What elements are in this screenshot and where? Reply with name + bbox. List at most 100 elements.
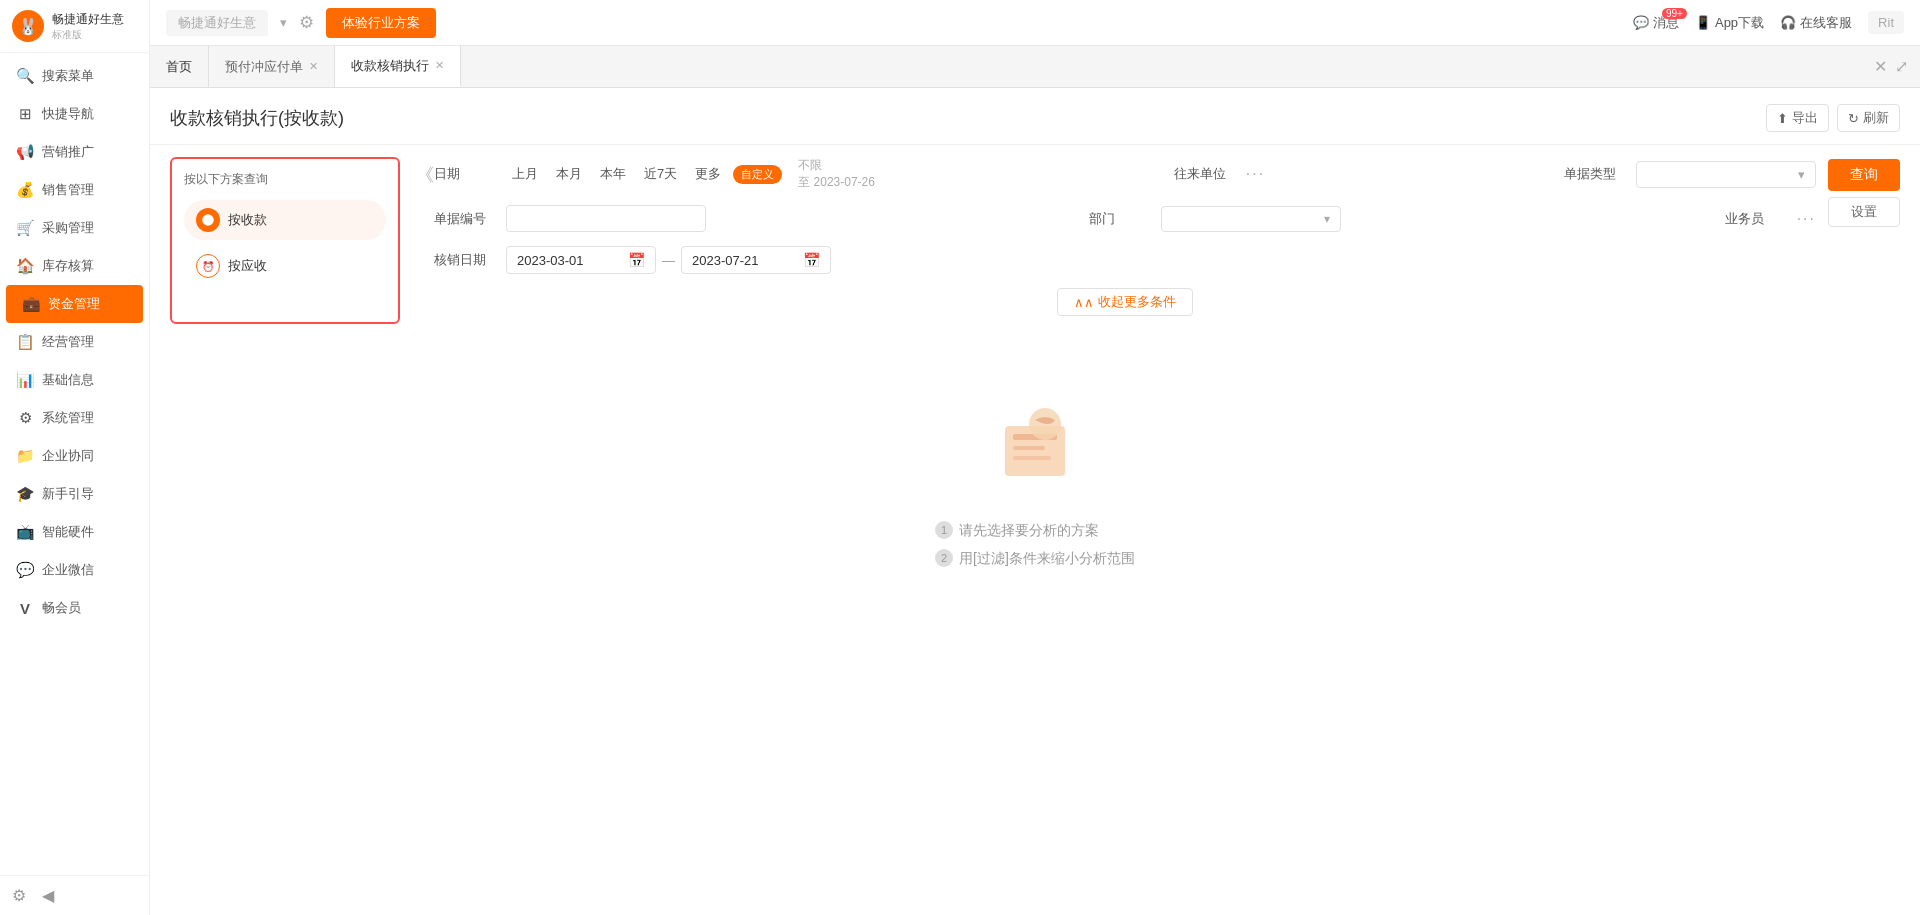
sidebar-item-purchase[interactable]: 🛒 采购管理 bbox=[0, 209, 149, 247]
sidebar-bottom: ⚙ ◀ bbox=[0, 875, 149, 915]
sidebar-item-basic[interactable]: 📊 基础信息 bbox=[0, 361, 149, 399]
logo-icon: 🐰 bbox=[12, 10, 44, 42]
empty-state: 1 请先选择要分析的方案 2 用[过滤]条件来缩小分析范围 bbox=[150, 336, 1920, 632]
collapse-sidebar-btn[interactable]: 《 bbox=[416, 163, 434, 187]
empty-tips: 1 请先选择要分析的方案 2 用[过滤]条件来缩小分析范围 bbox=[935, 516, 1135, 572]
writeoff-date-range: 2023-03-01 📅 — 2023-07-21 📅 bbox=[506, 246, 831, 274]
close-tab-icon[interactable]: ✕ bbox=[1874, 57, 1887, 76]
svg-point-5 bbox=[1029, 408, 1061, 440]
topbar: 畅捷通好生意 ▾ ⚙ 体验行业方案 💬 消息 99+ 📱 App下载 🎧 在线客… bbox=[150, 0, 1920, 46]
message-badge: 99+ bbox=[1662, 8, 1687, 19]
megaphone-icon: 📢 bbox=[16, 143, 34, 161]
collapse-more-button[interactable]: ∧∧ 收起更多条件 bbox=[1057, 288, 1193, 316]
empty-tip-2: 2 用[过滤]条件来缩小分析范围 bbox=[935, 544, 1135, 572]
export-button[interactable]: ⬆ 导出 bbox=[1766, 104, 1829, 132]
grid-icon: ⊞ bbox=[16, 105, 34, 123]
calendar-end-icon: 📅 bbox=[803, 252, 820, 268]
writeoff-date-label: 核销日期 bbox=[434, 251, 494, 269]
payable-option-icon: ⏰ bbox=[196, 254, 220, 278]
sidebar-item-marketing[interactable]: 📢 营销推广 bbox=[0, 133, 149, 171]
app-download[interactable]: 📱 App下载 bbox=[1695, 14, 1764, 32]
doc-type-select[interactable]: ▾ bbox=[1636, 161, 1816, 188]
sidebar-collapse-col: 《 bbox=[416, 157, 434, 324]
doc-type-chevron-icon: ▾ bbox=[1798, 167, 1805, 182]
staff-dots[interactable]: ··· bbox=[1797, 210, 1816, 228]
sidebar-item-member[interactable]: V 畅会员 bbox=[0, 589, 149, 627]
sidebar-item-business[interactable]: 📋 经营管理 bbox=[0, 323, 149, 361]
date-this-month[interactable]: 本月 bbox=[550, 163, 588, 185]
svg-point-0 bbox=[202, 214, 214, 226]
date-last-7-days[interactable]: 近7天 bbox=[638, 163, 683, 185]
user-avatar[interactable]: Rit bbox=[1868, 11, 1904, 34]
date-custom[interactable]: 自定义 bbox=[733, 165, 782, 184]
date-separator: — bbox=[662, 253, 675, 268]
tab-prepay[interactable]: 预付冲应付单 ✕ bbox=[209, 46, 335, 87]
collapse-sidebar-icon[interactable]: ◀ bbox=[42, 886, 54, 905]
filter-right-wrap: 日期 上月 本月 本年 近7天 更多 自定义 不限 至 2023-07-26 bbox=[434, 157, 1900, 324]
sidebar-item-wechat[interactable]: 💬 企业微信 bbox=[0, 551, 149, 589]
sidebar-item-guide[interactable]: 🎓 新手引导 bbox=[0, 475, 149, 513]
sidebar-logo: 🐰 畅捷通好生意 标准版 bbox=[0, 0, 149, 53]
date-this-year[interactable]: 本年 bbox=[594, 163, 632, 185]
sidebar-item-search-menu[interactable]: 🔍 搜索菜单 bbox=[0, 57, 149, 95]
setting-button[interactable]: 设置 bbox=[1828, 197, 1900, 227]
refresh-button[interactable]: ↻ 刷新 bbox=[1837, 104, 1900, 132]
svg-rect-3 bbox=[1013, 446, 1045, 450]
staff-label: 业务员 bbox=[1725, 210, 1785, 228]
sidebar-item-enterprise[interactable]: 📁 企业协同 bbox=[0, 437, 149, 475]
tab-home[interactable]: 首页 bbox=[150, 46, 209, 87]
sidebar-item-inventory[interactable]: 🏠 库存核算 bbox=[0, 247, 149, 285]
finance-icon: 💼 bbox=[22, 295, 40, 313]
online-service[interactable]: 🎧 在线客服 bbox=[1780, 14, 1852, 32]
gear-bottom-icon[interactable]: ⚙ bbox=[12, 886, 26, 905]
filter-by-receipt[interactable]: 按收款 bbox=[184, 200, 386, 240]
message-icon: 💬 bbox=[1633, 15, 1649, 30]
doc-no-input[interactable] bbox=[506, 205, 706, 232]
folder-icon: 📁 bbox=[16, 447, 34, 465]
date-last-month[interactable]: 上月 bbox=[506, 163, 544, 185]
sidebar-item-sales[interactable]: 💰 销售管理 bbox=[0, 171, 149, 209]
sidebar-item-hardware[interactable]: 📺 智能硬件 bbox=[0, 513, 149, 551]
tab-receipt-writeoff[interactable]: 收款核销执行 ✕ bbox=[335, 46, 461, 87]
solution-button[interactable]: 体验行业方案 bbox=[326, 8, 436, 38]
topbar-dropdown-icon[interactable]: ▾ bbox=[280, 15, 287, 30]
partner-dots[interactable]: ··· bbox=[1246, 165, 1265, 183]
refresh-icon: ↻ bbox=[1848, 111, 1859, 126]
dept-select[interactable]: ▾ bbox=[1161, 206, 1341, 232]
dept-chevron-icon: ▾ bbox=[1324, 212, 1330, 226]
sidebar-item-quick-nav[interactable]: ⊞ 快捷导航 bbox=[0, 95, 149, 133]
app-icon: 📱 bbox=[1695, 15, 1711, 30]
date-label: 日期 bbox=[434, 165, 494, 183]
topbar-right: 💬 消息 99+ 📱 App下载 🎧 在线客服 Rit bbox=[1633, 11, 1904, 34]
collapse-more-row: ∧∧ 收起更多条件 bbox=[434, 288, 1816, 316]
filter-row-2: 单据编号 部门 ▾ 业务员 ··· bbox=[434, 205, 1816, 232]
date-more[interactable]: 更多 bbox=[689, 163, 727, 185]
writeoff-date-start[interactable]: 2023-03-01 📅 bbox=[506, 246, 656, 274]
cart-icon: 🛒 bbox=[16, 219, 34, 237]
filter-by-payable[interactable]: ⏰ 按应收 bbox=[184, 246, 386, 286]
topbar-message[interactable]: 💬 消息 99+ bbox=[1633, 14, 1679, 32]
filter-row-1: 日期 上月 本月 本年 近7天 更多 自定义 不限 至 2023-07-26 bbox=[434, 157, 1816, 191]
clipboard-icon: 📋 bbox=[16, 333, 34, 351]
wechat-icon: 💬 bbox=[16, 561, 34, 579]
doc-no-label: 单据编号 bbox=[434, 210, 494, 228]
topbar-gear-icon[interactable]: ⚙ bbox=[299, 12, 314, 33]
filter-row-3: 核销日期 2023-03-01 📅 — 2023-07-21 📅 bbox=[434, 246, 1816, 274]
calendar-start-icon: 📅 bbox=[628, 252, 645, 268]
topbar-brand: 畅捷通好生意 bbox=[166, 10, 268, 36]
money-icon: 💰 bbox=[16, 181, 34, 199]
expand-icon[interactable]: ⤢ bbox=[1895, 57, 1908, 76]
date-nolimit-row: 不限 至 2023-07-26 bbox=[798, 157, 875, 191]
doc-type-label: 单据类型 bbox=[1564, 165, 1624, 183]
date-no-limit-text: 不限 bbox=[798, 157, 875, 174]
tab-close-receipt-writeoff[interactable]: ✕ bbox=[435, 59, 444, 72]
filter-sidebar: 按以下方案查询 按收款 ⏰ 按应收 bbox=[170, 157, 400, 324]
query-button[interactable]: 查询 bbox=[1828, 159, 1900, 191]
sidebar-nav: 🔍 搜索菜单 ⊞ 快捷导航 📢 营销推广 💰 销售管理 🛒 采购管理 🏠 库存核… bbox=[0, 53, 149, 875]
page-title: 收款核销执行(按收款) bbox=[170, 106, 344, 130]
sidebar-item-finance[interactable]: 💼 资金管理 bbox=[6, 285, 143, 323]
writeoff-date-end[interactable]: 2023-07-21 📅 bbox=[681, 246, 831, 274]
sidebar-item-system[interactable]: ⚙ 系统管理 bbox=[0, 399, 149, 437]
filter-form: 日期 上月 本月 本年 近7天 更多 自定义 不限 至 2023-07-26 bbox=[434, 157, 1816, 324]
tab-close-prepay[interactable]: ✕ bbox=[309, 60, 318, 73]
